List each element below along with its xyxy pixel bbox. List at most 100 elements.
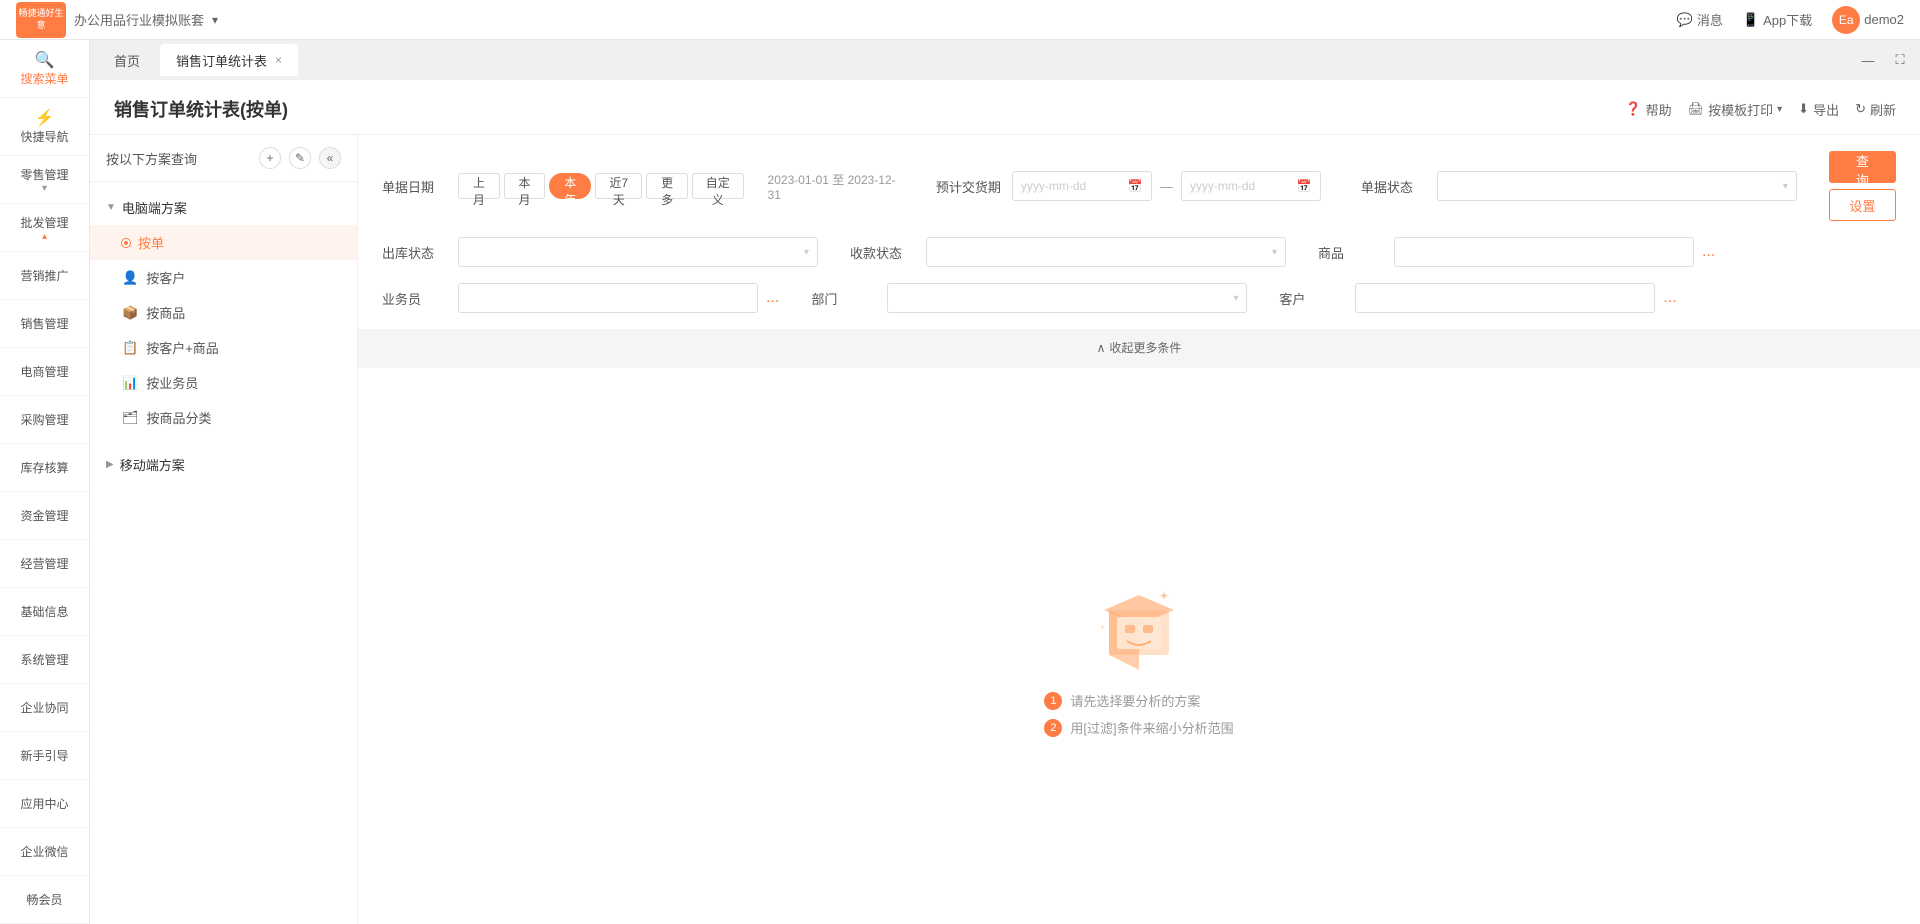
department-select[interactable]: ▾ bbox=[887, 283, 1247, 313]
calendar-icon-end: 📅 bbox=[1297, 179, 1312, 193]
logo: 畅捷通好生意 bbox=[16, 2, 66, 38]
app-title: 办公用品行业模拟账套 bbox=[74, 10, 204, 29]
pc-group-arrow: ▼ bbox=[106, 202, 116, 213]
department-label: 部门 bbox=[811, 289, 871, 308]
payment-select[interactable]: ▾ bbox=[926, 237, 1286, 267]
sidebar-search[interactable]: 🔍 搜索菜单 bbox=[0, 40, 89, 98]
pc-scheme-group-title[interactable]: ▼ 电脑端方案 bbox=[90, 190, 357, 225]
left-panel-title: 按以下方案查询 bbox=[106, 149, 197, 168]
sidebar-retail[interactable]: 零售管理 ▾ bbox=[0, 156, 89, 204]
collapse-panel-btn[interactable]: « bbox=[319, 147, 341, 169]
app-title-dropdown[interactable]: ▾ bbox=[212, 13, 218, 27]
tab-close-btn[interactable]: × bbox=[275, 53, 282, 67]
page: 销售订单统计表(按单) ❓ 帮助 🖨 按模板打印 ▾ ⬇ 导出 bbox=[90, 80, 1920, 924]
sidebar-purchase[interactable]: 采购管理 bbox=[0, 396, 89, 444]
active-indicator bbox=[122, 239, 130, 247]
date-btn-more[interactable]: 更多 bbox=[646, 173, 688, 199]
payment-arrow: ▾ bbox=[1272, 247, 1277, 258]
export-button[interactable]: ⬇ 导出 bbox=[1798, 100, 1839, 119]
help-button[interactable]: ❓ 帮助 bbox=[1625, 100, 1671, 119]
date-btn-7days[interactable]: 近7天 bbox=[595, 173, 642, 199]
refresh-icon: ↻ bbox=[1855, 101, 1866, 117]
page-title: 销售订单统计表(按单) bbox=[114, 96, 288, 122]
date-btn-custom[interactable]: 自定义 bbox=[692, 173, 744, 199]
filter-row-1: 单据日期 上月 本月 本年 近7天 更多 自定义 2023-01-01 至 20… bbox=[382, 151, 1896, 221]
download-icon: 📱 bbox=[1743, 12, 1759, 28]
pc-group-label: 电脑端方案 bbox=[122, 198, 187, 217]
scheme-by-goods-category[interactable]: 🗂 按商品分类 bbox=[90, 400, 357, 435]
svg-text:✦: ✦ bbox=[1099, 623, 1106, 632]
cg-scheme-icon: 📋 bbox=[122, 340, 138, 356]
date-range-display: 2023-01-01 至 2023-12-31 bbox=[768, 171, 896, 202]
expected-date-label: 预计交货期 bbox=[936, 177, 996, 196]
scheme-by-order[interactable]: 按单 bbox=[90, 225, 357, 260]
sidebar-wechat[interactable]: 企业微信 bbox=[0, 828, 89, 876]
print-button[interactable]: 🖨 按模板打印 ▾ bbox=[1688, 100, 1783, 119]
empty-tip-1: 1 请先选择要分析的方案 bbox=[1044, 691, 1233, 710]
sidebar-ecommerce[interactable]: 电商管理 bbox=[0, 348, 89, 396]
outbound-arrow: ▾ bbox=[804, 247, 809, 258]
edit-scheme-btn[interactable]: ✎ bbox=[289, 147, 311, 169]
sidebar-operations[interactable]: 经营管理 bbox=[0, 540, 89, 588]
expected-date-end[interactable]: yyyy-mm-dd 📅 bbox=[1181, 171, 1321, 201]
salesman-dots-btn[interactable]: ... bbox=[766, 289, 779, 307]
date-btn-this-year[interactable]: 本年 bbox=[549, 173, 591, 199]
message-button[interactable]: 💬 消息 bbox=[1677, 10, 1723, 29]
tab-maximize-btn[interactable]: ⛶ bbox=[1888, 48, 1912, 72]
date-btn-last-month[interactable]: 上月 bbox=[458, 173, 500, 199]
sidebar-enterprise[interactable]: 企业协同 bbox=[0, 684, 89, 732]
app-download-button[interactable]: 📱 App下载 bbox=[1743, 10, 1812, 29]
empty-tip-2: 2 用[过滤]条件来缩小分析范围 bbox=[1044, 718, 1233, 737]
goods-scheme-icon: 📦 bbox=[122, 305, 138, 321]
page-header: 销售订单统计表(按单) ❓ 帮助 🖨 按模板打印 ▾ ⬇ 导出 bbox=[90, 80, 1920, 135]
status-select-arrow: ▾ bbox=[1783, 181, 1788, 192]
sidebar-marketing[interactable]: 营销推广 bbox=[0, 252, 89, 300]
empty-state: ✦ ✦ 1 请先选择要分析的方案 2 用[过滤]条件来缩小分析范围 bbox=[358, 368, 1920, 924]
status-select[interactable]: ▾ bbox=[1437, 171, 1797, 201]
tab-minimize-btn[interactable]: — bbox=[1856, 48, 1880, 72]
category-scheme-icon: 🗂 bbox=[122, 410, 139, 426]
topbar-right: 💬 消息 📱 App下载 Ea demo2 bbox=[1677, 6, 1904, 34]
user-profile[interactable]: Ea demo2 bbox=[1832, 6, 1904, 34]
goods-dots-btn[interactable]: ... bbox=[1702, 243, 1715, 261]
scheme-by-goods[interactable]: 📦 按商品 bbox=[90, 295, 357, 330]
customer-label: 客户 bbox=[1279, 289, 1339, 308]
sidebar-app-center[interactable]: 应用中心 bbox=[0, 780, 89, 828]
add-scheme-btn[interactable]: + bbox=[259, 147, 281, 169]
mobile-scheme-group-title[interactable]: ▶ 移动端方案 bbox=[90, 447, 357, 482]
sidebar-finance[interactable]: 资金管理 bbox=[0, 492, 89, 540]
salesman-scheme-icon: 📊 bbox=[122, 375, 138, 391]
date-btn-this-month[interactable]: 本月 bbox=[504, 173, 546, 199]
collapse-arrow-icon: ∧ bbox=[1097, 341, 1106, 355]
scheme-by-customer[interactable]: 👤 按客户 bbox=[90, 260, 357, 295]
page-actions: ❓ 帮助 🖨 按模板打印 ▾ ⬇ 导出 ↻ 刷新 bbox=[1625, 100, 1896, 119]
sidebar-quick-nav[interactable]: ⚡ 快捷导航 bbox=[0, 98, 89, 156]
sidebar-inventory[interactable]: 库存核算 bbox=[0, 444, 89, 492]
action-buttons: 查询 设置 bbox=[1813, 151, 1896, 221]
scheme-by-customer-goods[interactable]: 📋 按客户+商品 bbox=[90, 330, 357, 365]
tab-bar: 首页 销售订单统计表 × — ⛶ bbox=[90, 40, 1920, 80]
print-icon: 🖨 bbox=[1688, 101, 1705, 117]
sidebar-system[interactable]: 系统管理 bbox=[0, 636, 89, 684]
salesman-label: 业务员 bbox=[382, 289, 442, 308]
scheme-by-salesman[interactable]: 📊 按业务员 bbox=[90, 365, 357, 400]
query-button[interactable]: 查询 bbox=[1829, 151, 1896, 183]
tab-home[interactable]: 首页 bbox=[98, 44, 156, 76]
sidebar-sales[interactable]: 销售管理 bbox=[0, 300, 89, 348]
outbound-select[interactable]: ▾ bbox=[458, 237, 818, 267]
tab-sales-order-stats[interactable]: 销售订单统计表 × bbox=[160, 44, 298, 76]
sidebar-basic-info[interactable]: 基础信息 bbox=[0, 588, 89, 636]
date-shortcuts: 上月 本月 本年 近7天 更多 自定义 bbox=[458, 173, 744, 199]
sidebar-membership[interactable]: 畅会员 bbox=[0, 876, 89, 924]
pc-scheme-group: ▼ 电脑端方案 按单 👤 按客户 bbox=[90, 182, 357, 443]
sidebar-onboarding[interactable]: 新手引导 bbox=[0, 732, 89, 780]
collapse-bar[interactable]: ∧ 收起更多条件 bbox=[358, 329, 1920, 366]
refresh-button[interactable]: ↻ 刷新 bbox=[1855, 100, 1896, 119]
expected-date-start[interactable]: yyyy-mm-dd 📅 bbox=[1012, 171, 1152, 201]
sidebar-wholesale[interactable]: 批发管理 ▴ bbox=[0, 204, 89, 252]
customer-dots-btn[interactable]: ... bbox=[1663, 289, 1676, 307]
topbar: 畅捷通好生意 办公用品行业模拟账套 ▾ 💬 消息 📱 App下载 Ea demo… bbox=[0, 0, 1920, 40]
date-separator: — bbox=[1160, 179, 1173, 194]
settings-button[interactable]: 设置 bbox=[1829, 189, 1896, 221]
print-dropdown-icon: ▾ bbox=[1777, 104, 1782, 115]
